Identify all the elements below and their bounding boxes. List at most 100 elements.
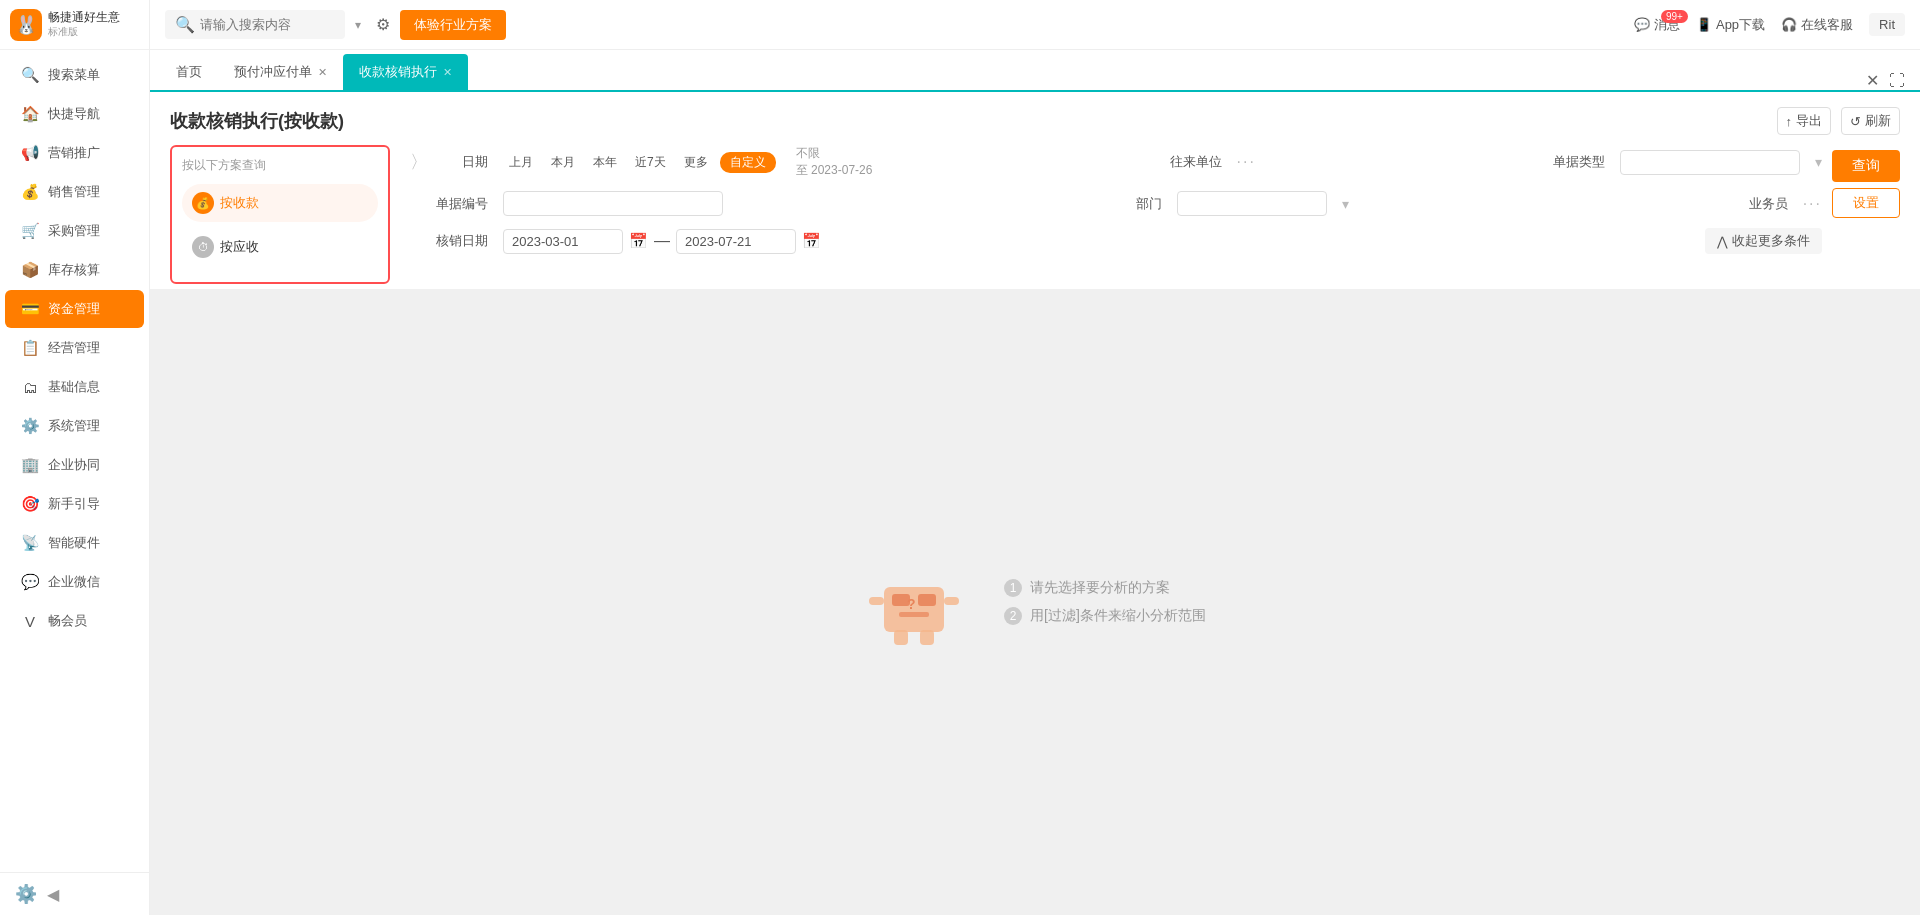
sidebar-bottom: ⚙️ ◀ bbox=[0, 872, 149, 915]
step-num-2: 2 bbox=[1004, 607, 1022, 625]
search-label: 搜索菜单 bbox=[48, 66, 100, 84]
logo-text: 畅捷通好生意 标准版 bbox=[48, 10, 120, 40]
marketing-icon: 📢 bbox=[20, 144, 40, 162]
date-group: 上月 本月 本年 近7天 更多 自定义 bbox=[503, 152, 776, 173]
sidebar-item-purchase[interactable]: 🛒采购管理 bbox=[5, 212, 144, 250]
department-arrow[interactable]: ▾ bbox=[1342, 196, 1349, 212]
collapse-label: 收起更多条件 bbox=[1732, 232, 1810, 250]
logo-line2: 标准版 bbox=[48, 25, 120, 39]
department-input[interactable] bbox=[1177, 191, 1327, 216]
sidebar-item-beginner[interactable]: 🎯新手引导 bbox=[5, 485, 144, 523]
date-btn-custom[interactable]: 自定义 bbox=[720, 152, 776, 173]
page-header: 收款核销执行(按收款) ↑ 导出 ↺ 刷新 bbox=[150, 92, 1920, 135]
service-label: 在线客服 bbox=[1801, 16, 1853, 34]
sidebar-item-member[interactable]: V畅会员 bbox=[5, 602, 144, 640]
search-input[interactable] bbox=[200, 17, 330, 32]
sidebar-item-enterprise[interactable]: 🏢企业协同 bbox=[5, 446, 144, 484]
export-icon: ↑ bbox=[1786, 114, 1793, 129]
filter-sidebar: 按以下方案查询 💰 按收款 ⏱ 按应收 bbox=[170, 145, 390, 284]
empty-image: ? bbox=[864, 552, 964, 652]
settings-icon[interactable]: ⚙️ bbox=[15, 883, 37, 905]
sales-label: 销售管理 bbox=[48, 183, 100, 201]
query-button[interactable]: 查询 bbox=[1832, 150, 1900, 182]
tab-prepay[interactable]: 预付冲应付单 ✕ bbox=[218, 54, 343, 90]
basic-label: 基础信息 bbox=[48, 378, 100, 396]
message-badge: 99+ bbox=[1661, 10, 1688, 23]
setting-button[interactable]: 设置 bbox=[1832, 188, 1900, 218]
enterprise-icon: 🏢 bbox=[20, 456, 40, 474]
tab-prepay-close[interactable]: ✕ bbox=[318, 66, 327, 79]
tab-prepay-label: 预付冲应付单 bbox=[234, 63, 312, 81]
app-label: App下载 bbox=[1716, 16, 1765, 34]
main-area: 🔍 ▾ ⚙ 体验行业方案 💬 消息 99+ 📱 App下载 🎧 在线客服 Rit bbox=[150, 0, 1920, 915]
purchase-icon: 🛒 bbox=[20, 222, 40, 240]
message-action[interactable]: 💬 消息 99+ bbox=[1634, 16, 1680, 34]
date-btn-7days[interactable]: 近7天 bbox=[629, 152, 672, 173]
tab-expand-icon[interactable]: ⛶ bbox=[1889, 72, 1905, 90]
sidebar-item-inventory[interactable]: 📦库存核算 bbox=[5, 251, 144, 289]
sales-icon: 💰 bbox=[20, 183, 40, 201]
svg-rect-3 bbox=[899, 612, 929, 617]
verify-date-end[interactable] bbox=[676, 229, 796, 254]
system-label: 系统管理 bbox=[48, 417, 100, 435]
sidebar-item-finance[interactable]: 💳资金管理 bbox=[5, 290, 144, 328]
finance-icon: 💳 bbox=[20, 300, 40, 318]
step-label-1: 请先选择要分析的方案 bbox=[1030, 579, 1170, 597]
verify-date-start[interactable] bbox=[503, 229, 623, 254]
topbar: 🔍 ▾ ⚙ 体验行业方案 💬 消息 99+ 📱 App下载 🎧 在线客服 Rit bbox=[150, 0, 1920, 50]
salesman-dots[interactable]: ··· bbox=[1803, 195, 1822, 213]
sidebar-item-marketing[interactable]: 📢营销推广 bbox=[5, 134, 144, 172]
sidebar-item-hardware[interactable]: 📡智能硬件 bbox=[5, 524, 144, 562]
doc-type-arrow[interactable]: ▾ bbox=[1815, 154, 1822, 170]
tab-close-all-icon[interactable]: ✕ bbox=[1866, 71, 1879, 90]
basic-icon: 🗂 bbox=[20, 379, 40, 396]
solution-button[interactable]: 体验行业方案 bbox=[400, 10, 506, 40]
gear-icon[interactable]: ⚙ bbox=[376, 15, 390, 34]
user-info[interactable]: Rit bbox=[1869, 13, 1905, 36]
date-btn-last-month[interactable]: 上月 bbox=[503, 152, 539, 173]
quick-nav-label: 快捷导航 bbox=[48, 105, 100, 123]
service-action[interactable]: 🎧 在线客服 bbox=[1781, 16, 1853, 34]
doc-type-input[interactable] bbox=[1620, 150, 1800, 175]
collapse-more-btn[interactable]: ⋀ 收起更多条件 bbox=[1705, 228, 1822, 254]
doc-no-label: 单据编号 bbox=[428, 195, 488, 213]
refresh-icon: ↺ bbox=[1850, 114, 1861, 129]
sidebar-item-quick-nav[interactable]: 🏠快捷导航 bbox=[5, 95, 144, 133]
sidebar-nav: 🔍 搜索菜单 🏠快捷导航📢营销推广 💰 销售管理 🛒采购管理📦库存核算💳资金管理📋经营管理… bbox=[0, 50, 149, 872]
filter-option-receipt[interactable]: 💰 按收款 bbox=[182, 184, 378, 222]
tab-receive-close[interactable]: ✕ bbox=[443, 66, 452, 79]
sidebar-item-sales[interactable]: 💰 销售管理 bbox=[5, 173, 144, 211]
sidebar-item-search[interactable]: 🔍 搜索菜单 bbox=[5, 56, 144, 94]
tab-home[interactable]: 首页 bbox=[160, 54, 218, 90]
tab-actions: ✕ ⛶ bbox=[1861, 71, 1910, 90]
app-download-action[interactable]: 📱 App下载 bbox=[1696, 16, 1765, 34]
member-icon: V bbox=[20, 613, 40, 630]
date-btn-more[interactable]: 更多 bbox=[678, 152, 714, 173]
search-bar[interactable]: 🔍 bbox=[165, 10, 345, 39]
sidebar-item-basic[interactable]: 🗂 基础信息 bbox=[5, 368, 144, 406]
date-btn-this-year[interactable]: 本年 bbox=[587, 152, 623, 173]
step-label-2: 用[过滤]条件来缩小分析范围 bbox=[1030, 607, 1206, 625]
tab-receive[interactable]: 收款核销执行 ✕ bbox=[343, 54, 468, 90]
system-icon: ⚙️ bbox=[20, 417, 40, 435]
refresh-button[interactable]: ↺ 刷新 bbox=[1841, 107, 1900, 135]
beginner-label: 新手引导 bbox=[48, 495, 100, 513]
counterparty-dots[interactable]: ··· bbox=[1237, 153, 1256, 171]
sidebar-item-system[interactable]: ⚙️ 系统管理 bbox=[5, 407, 144, 445]
export-button[interactable]: ↑ 导出 bbox=[1777, 107, 1832, 135]
service-icon: 🎧 bbox=[1781, 17, 1797, 32]
empty-text: 1 请先选择要分析的方案 2 用[过滤]条件来缩小分析范围 bbox=[1004, 579, 1206, 625]
sidebar-item-operation[interactable]: 📋经营管理 bbox=[5, 329, 144, 367]
collapse-chevron: ⋀ bbox=[1717, 234, 1728, 249]
dropdown-arrow[interactable]: ▾ bbox=[355, 18, 361, 32]
filter-option-receivable[interactable]: ⏱ 按应收 bbox=[182, 228, 378, 266]
sidebar-item-wechat[interactable]: 💬企业微信 bbox=[5, 563, 144, 601]
verify-date-end-cal[interactable]: 📅 bbox=[802, 232, 821, 250]
date-btn-this-month[interactable]: 本月 bbox=[545, 152, 581, 173]
hardware-label: 智能硬件 bbox=[48, 534, 100, 552]
search-icon: 🔍 bbox=[20, 66, 40, 84]
doc-no-input[interactable] bbox=[503, 191, 723, 216]
verify-date-start-cal[interactable]: 📅 bbox=[629, 232, 648, 250]
filter-collapse-btn[interactable]: 〉 bbox=[410, 145, 428, 174]
collapse-icon[interactable]: ◀ bbox=[47, 885, 59, 904]
